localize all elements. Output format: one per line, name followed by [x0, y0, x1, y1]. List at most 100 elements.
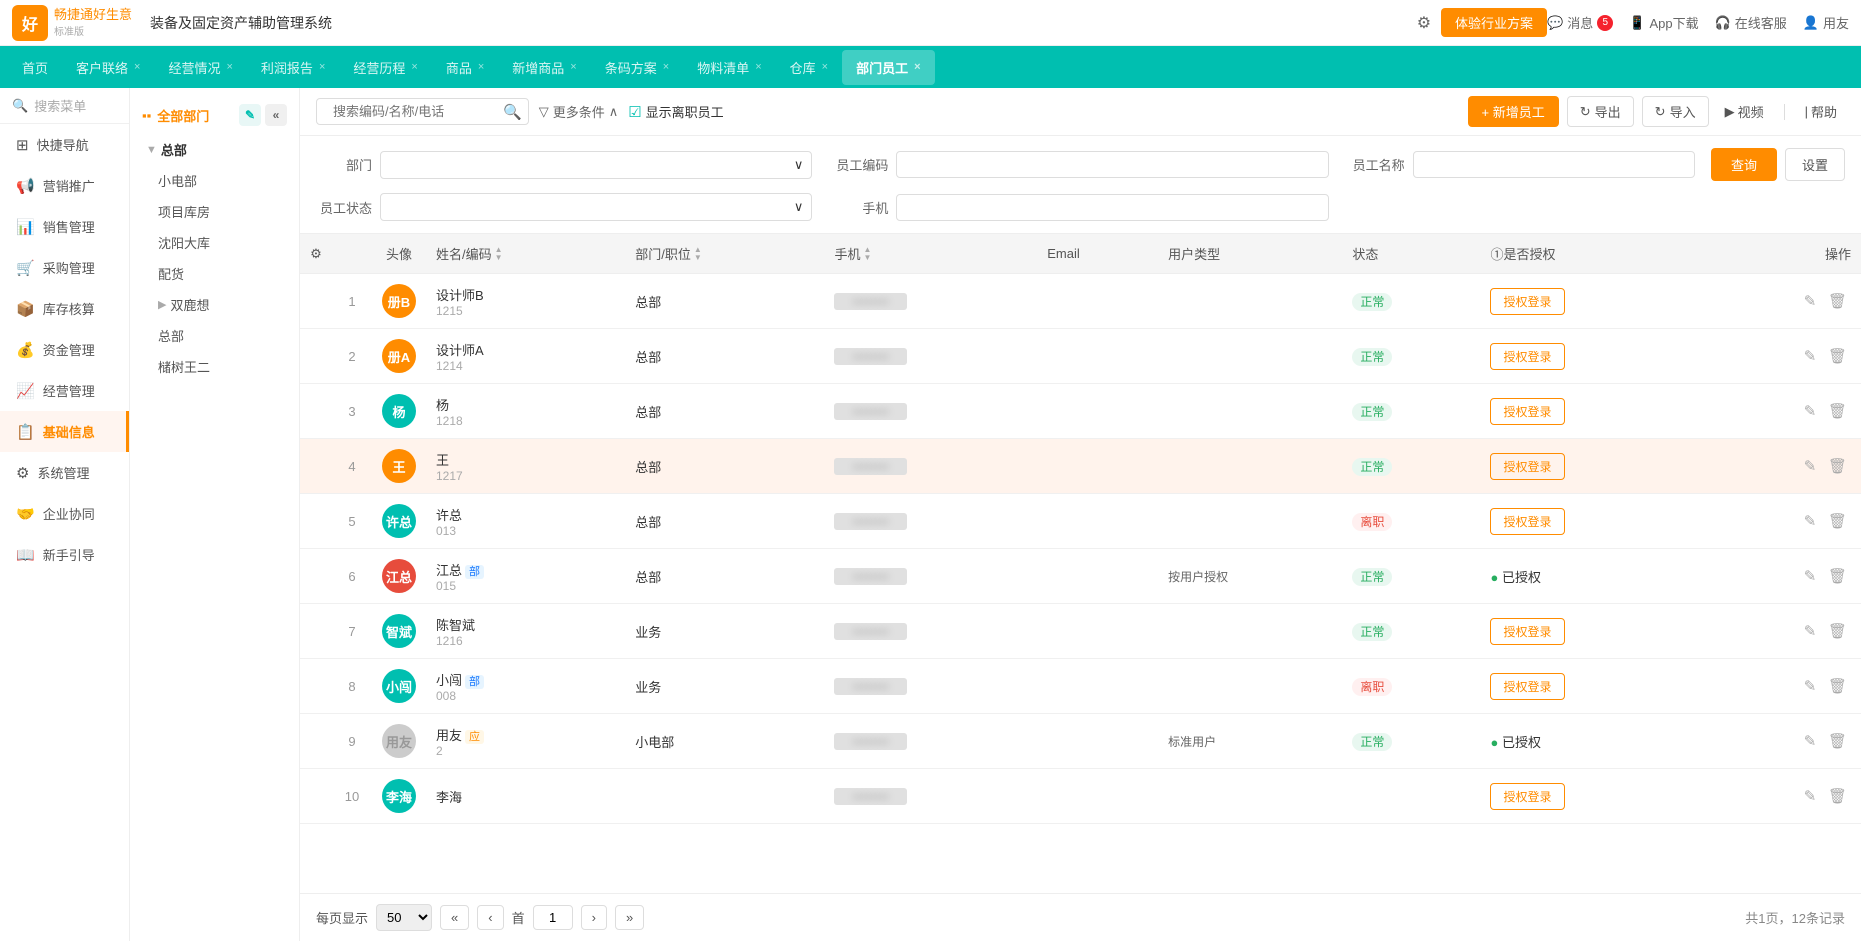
dept-node-shuanglu[interactable]: ▶ 双鹿想 — [130, 289, 299, 320]
nav-tab-employee[interactable]: 部门员工 × — [842, 50, 934, 85]
col-dept[interactable]: 部门/职位 ▲▼ — [625, 234, 824, 274]
edit-button[interactable]: ✎ — [1800, 785, 1821, 807]
sidebar-item-sales[interactable]: 📊 销售管理 — [0, 206, 129, 247]
online-service-button[interactable]: 🎧 在线客服 — [1715, 13, 1787, 32]
auth-button[interactable]: 授权登录 — [1490, 343, 1564, 370]
query-button[interactable]: 查询 — [1711, 148, 1777, 181]
prev-page-button[interactable]: ‹ — [477, 905, 503, 930]
nav-tab-add-goods[interactable]: 新增商品 × — [498, 50, 590, 85]
dept-edit-button[interactable]: ✎ — [239, 104, 261, 126]
sidebar-item-guide[interactable]: 📖 新手引导 — [0, 534, 129, 575]
nav-tab-goods[interactable]: 商品 × — [432, 50, 498, 85]
auth-button[interactable]: 授权登录 — [1490, 673, 1564, 700]
user-avatar[interactable]: 👤 用友 — [1803, 13, 1849, 32]
delete-button[interactable]: 🗑 — [1824, 620, 1851, 642]
col-dept-cell — [625, 769, 824, 824]
import-button[interactable]: ↻ 导入 — [1642, 96, 1709, 127]
edit-button[interactable]: ✎ — [1800, 730, 1821, 752]
sidebar-item-finance[interactable]: 💰 资金管理 — [0, 329, 129, 370]
page-number-input[interactable] — [533, 905, 573, 930]
col-settings[interactable]: ⚙ — [300, 234, 332, 274]
dept-node-pumiu[interactable]: 槠树王二 — [130, 351, 299, 382]
sidebar-item-enterprise[interactable]: 🤝 企业协同 — [0, 493, 129, 534]
name-sort[interactable]: 姓名/编码 ▲▼ — [436, 244, 503, 263]
nav-tab-home[interactable]: 首页 — [8, 50, 62, 85]
nav-tab-barcode[interactable]: 条码方案 × — [591, 50, 683, 85]
col-name[interactable]: 姓名/编码 ▲▼ — [426, 234, 625, 274]
status-select[interactable]: ∨ — [380, 193, 812, 221]
dept-node-zongbu2[interactable]: 总部 — [130, 320, 299, 351]
edit-button[interactable]: ✎ — [1800, 345, 1821, 367]
phone-input[interactable] — [896, 194, 1328, 221]
edit-button[interactable]: ✎ — [1800, 620, 1821, 642]
employee-name-input[interactable] — [1413, 151, 1695, 178]
auth-button[interactable]: 授权登录 — [1490, 453, 1564, 480]
dept-node-zongbu-root[interactable]: ▼ 总部 — [130, 134, 299, 165]
sidebar-item-purchase[interactable]: 🛒 采购管理 — [0, 247, 129, 288]
experience-button[interactable]: 体验行业方案 — [1441, 8, 1547, 37]
delete-button[interactable]: 🗑 — [1824, 290, 1851, 312]
search-menu[interactable]: 🔍 搜索菜单 — [0, 88, 129, 124]
nav-tab-history[interactable]: 经营历程 × — [339, 50, 431, 85]
auth-button[interactable]: 授权登录 — [1490, 618, 1564, 645]
nav-tab-profit[interactable]: 利润报告 × — [247, 50, 339, 85]
edit-button[interactable]: ✎ — [1800, 565, 1821, 587]
dept-node-xiaodianbu[interactable]: 小电部 — [130, 165, 299, 196]
delete-button[interactable]: 🗑 — [1824, 675, 1851, 697]
phone-sort[interactable]: 手机 ▲▼ — [834, 244, 871, 263]
delete-button[interactable]: 🗑 — [1824, 455, 1851, 477]
auth-button[interactable]: 授权登录 — [1490, 508, 1564, 535]
edit-button[interactable]: ✎ — [1800, 675, 1821, 697]
auth-button[interactable]: 授权登录 — [1490, 783, 1564, 810]
nav-tab-customer[interactable]: 客户联络 × — [62, 50, 154, 85]
more-filters-button[interactable]: ▽ 更多条件 ∧ — [539, 102, 619, 121]
app-download-button[interactable]: 📱 App下载 — [1629, 13, 1698, 32]
search-input[interactable] — [323, 99, 503, 124]
sidebar-item-quick-nav[interactable]: ⊞ 快捷导航 — [0, 124, 129, 165]
sort-icon2: ▲▼ — [694, 246, 702, 262]
dept-node-peihuo[interactable]: 配货 — [130, 258, 299, 289]
search-button[interactable]: 🔍 — [503, 103, 522, 121]
col-phone[interactable]: 手机 ▲▼ — [824, 234, 1037, 274]
next-page-button[interactable]: › — [581, 905, 607, 930]
edit-button[interactable]: ✎ — [1800, 290, 1821, 312]
edit-button[interactable]: ✎ — [1800, 510, 1821, 532]
settings-icon[interactable]: ⚙ — [1417, 13, 1431, 33]
delete-button[interactable]: 🗑 — [1824, 730, 1851, 752]
edit-button[interactable]: ✎ — [1800, 455, 1821, 477]
sidebar-item-system[interactable]: ⚙ 系统管理 — [0, 452, 129, 493]
nav-tab-operations[interactable]: 经营情况 × — [154, 50, 246, 85]
export-button[interactable]: ↻ 导出 — [1567, 96, 1634, 127]
auth-button[interactable]: 授权登录 — [1490, 398, 1564, 425]
avatar: 杨 — [382, 394, 416, 428]
col-email-cell — [1037, 329, 1158, 384]
delete-button[interactable]: 🗑 — [1824, 400, 1851, 422]
sidebar-item-inventory[interactable]: 📦 库存核算 — [0, 288, 129, 329]
nav-tab-bom[interactable]: 物料清单 × — [683, 50, 775, 85]
first-page-button[interactable]: « — [440, 905, 469, 930]
set-button[interactable]: 设置 — [1785, 148, 1845, 181]
message-button[interactable]: 💬 消息 5 — [1547, 13, 1613, 32]
dept-node-xiangmu[interactable]: 项目库房 — [130, 196, 299, 227]
dept-sort[interactable]: 部门/职位 ▲▼ — [635, 244, 702, 263]
help-button[interactable]: | 帮助 — [1797, 97, 1845, 126]
edit-button[interactable]: ✎ — [1800, 400, 1821, 422]
delete-button[interactable]: 🗑 — [1824, 345, 1851, 367]
nav-tab-warehouse[interactable]: 仓库 × — [776, 50, 842, 85]
delete-button[interactable]: 🗑 — [1824, 510, 1851, 532]
add-employee-button[interactable]: + 新增员工 — [1468, 96, 1559, 127]
auth-button[interactable]: 授权登录 — [1490, 288, 1564, 315]
view-button[interactable]: ▶ 视频 — [1717, 97, 1772, 126]
per-page-select[interactable]: 50 20 100 — [376, 904, 432, 931]
dept-select[interactable]: ∨ — [380, 151, 812, 179]
dept-node-shenyang[interactable]: 沈阳大库 — [130, 227, 299, 258]
employee-code-input[interactable] — [896, 151, 1328, 178]
delete-button[interactable]: 🗑 — [1824, 565, 1851, 587]
sidebar-item-marketing[interactable]: 📢 营销推广 — [0, 165, 129, 206]
delete-button[interactable]: 🗑 — [1824, 785, 1851, 807]
show-resigned-checkbox[interactable]: ☑ 显示离职员工 — [628, 102, 723, 121]
dept-collapse-button[interactable]: « — [265, 104, 287, 126]
last-page-button[interactable]: » — [615, 905, 644, 930]
sidebar-item-operations[interactable]: 📈 经营管理 — [0, 370, 129, 411]
sidebar-item-basic-info[interactable]: 📋 基础信息 — [0, 411, 129, 452]
